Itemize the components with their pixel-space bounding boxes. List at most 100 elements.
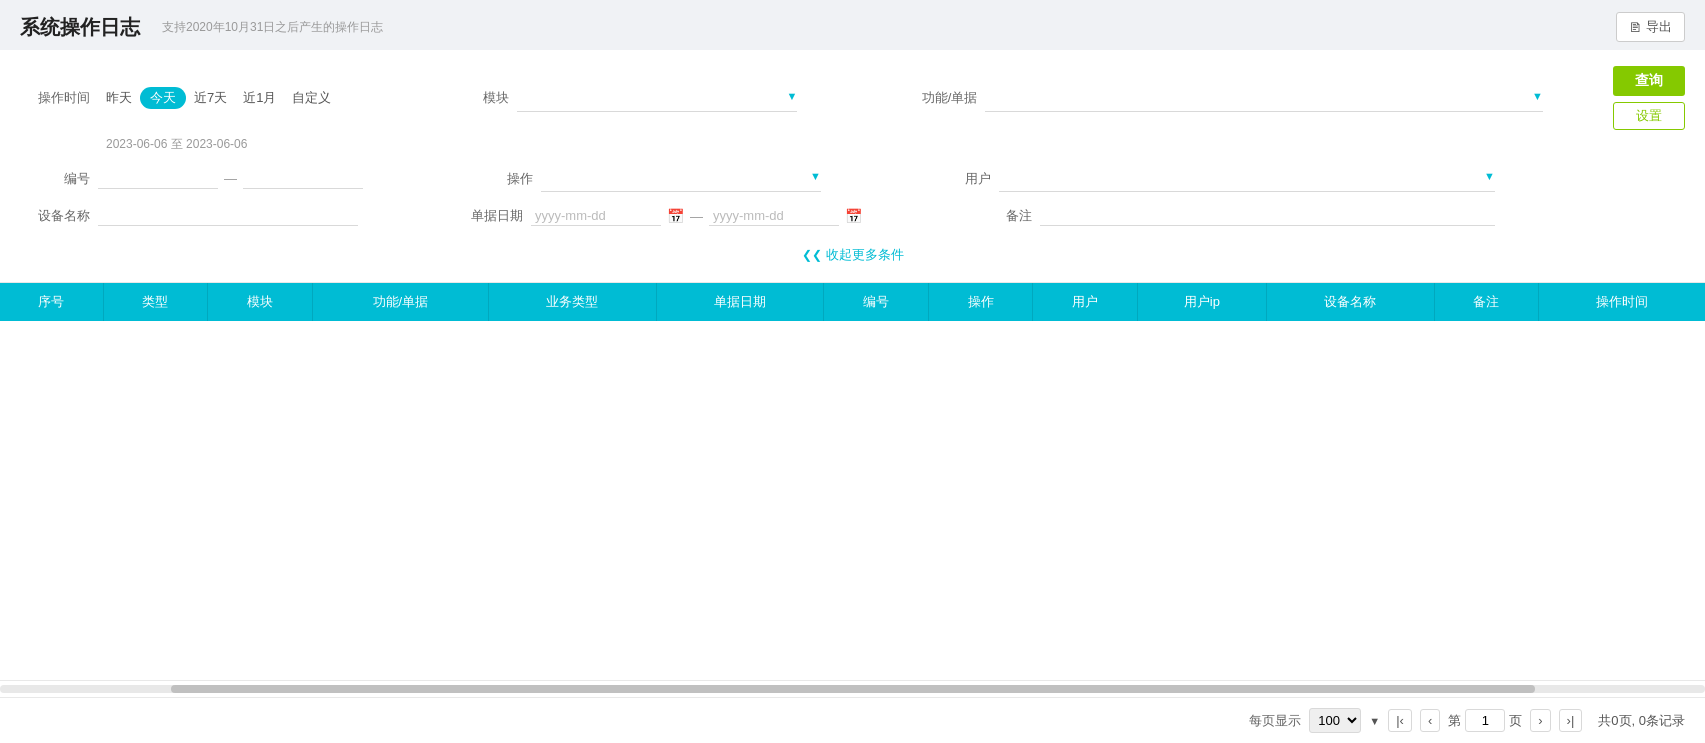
number-range: —	[98, 169, 363, 189]
user-value	[999, 165, 1484, 187]
func-label: 功能/单据	[897, 89, 977, 107]
last7-btn[interactable]: 近7天	[186, 87, 235, 109]
remark-input[interactable]	[1040, 206, 1495, 226]
data-table: 序号类型模块功能/单据业务类型单据日期编号操作用户用户ip设备名称备注操作时间	[0, 283, 1705, 321]
col-header: 操作	[928, 283, 1032, 321]
user-select[interactable]: ▼	[999, 165, 1495, 192]
filter-device-item: 设备名称	[20, 206, 358, 226]
calendar-end-icon[interactable]: 📅	[845, 208, 862, 224]
number-end-input[interactable]	[243, 169, 363, 189]
scroll-bar-area	[0, 680, 1705, 697]
col-header: 序号	[0, 283, 103, 321]
col-header: 类型	[103, 283, 207, 321]
module-chevron-icon: ▼	[787, 90, 798, 102]
user-chevron-icon: ▼	[1484, 170, 1495, 182]
table-header: 序号类型模块功能/单据业务类型单据日期编号操作用户用户ip设备名称备注操作时间	[0, 283, 1705, 321]
last-page-button[interactable]: ›|	[1559, 709, 1583, 732]
page-size-select[interactable]: 100 50 200	[1309, 708, 1361, 733]
col-header: 用户	[1033, 283, 1137, 321]
page-subtitle: 支持2020年10月31日之后产生的操作日志	[162, 19, 383, 36]
filter-docdate-item: 单据日期 📅 — 📅	[458, 206, 862, 226]
chevron-down-icon: ▼	[1369, 715, 1380, 727]
number-label: 编号	[20, 170, 90, 188]
module-select[interactable]: ▼	[517, 85, 797, 112]
filter-number-item: 编号 —	[20, 169, 363, 189]
filter-user-item: 用户 ▼	[921, 165, 1495, 192]
device-input[interactable]	[98, 206, 358, 226]
prev-page-button[interactable]: ‹	[1420, 709, 1440, 732]
doc-date-label: 单据日期	[458, 207, 523, 225]
col-header: 设备名称	[1266, 283, 1434, 321]
operation-value	[541, 165, 810, 187]
func-select[interactable]: ▼	[985, 85, 1543, 112]
col-header: 用户ip	[1137, 283, 1266, 321]
horizontal-scrollbar[interactable]	[0, 685, 1705, 693]
device-label: 设备名称	[20, 207, 90, 225]
user-label: 用户	[921, 170, 991, 188]
filter-func-item: 功能/单据 ▼	[897, 85, 1543, 112]
collapse-label: 收起更多条件	[826, 246, 904, 264]
filter-operation-item: 操作 ▼	[463, 165, 821, 192]
filter-area: 操作时间 昨天 今天 近7天 近1月 自定义 模块 ▼ 功能/单据	[0, 50, 1705, 283]
col-header: 功能/单据	[312, 283, 488, 321]
doc-date-end-input[interactable]	[709, 206, 839, 226]
date-range-text: 2023-06-06 至 2023-06-06	[106, 137, 247, 151]
doc-date-range: 📅 — 📅	[531, 206, 862, 226]
remark-label: 备注	[962, 207, 1032, 225]
yesterday-btn[interactable]: 昨天	[98, 87, 140, 109]
number-dash: —	[224, 171, 237, 186]
col-header: 单据日期	[656, 283, 824, 321]
operation-select[interactable]: ▼	[541, 165, 821, 192]
total-info: 共0页, 0条记录	[1598, 712, 1685, 730]
page-header: 系统操作日志 支持2020年10月31日之后产生的操作日志 🖹 导出	[0, 0, 1705, 50]
page-label-suf: 页	[1509, 712, 1522, 730]
col-header: 操作时间	[1538, 283, 1705, 321]
query-button[interactable]: 查询	[1613, 66, 1685, 96]
export-label: 导出	[1646, 18, 1672, 36]
module-value	[517, 85, 786, 107]
header-row: 序号类型模块功能/单据业务类型单据日期编号操作用户用户ip设备名称备注操作时间	[0, 283, 1705, 321]
page-title: 系统操作日志	[20, 14, 140, 41]
filter-time-item: 操作时间 昨天 今天 近7天 近1月 自定义	[20, 87, 339, 109]
custom-btn[interactable]: 自定义	[284, 87, 339, 109]
func-value	[985, 85, 1532, 107]
filter-remark-item: 备注	[962, 206, 1495, 226]
col-header: 模块	[208, 283, 312, 321]
col-header: 业务类型	[489, 283, 657, 321]
col-header: 备注	[1434, 283, 1538, 321]
time-filter-group: 昨天 今天 近7天 近1月 自定义	[98, 87, 339, 109]
pagination-bar: 每页显示 100 50 200 ▼ |‹ ‹ 第 页 › ›| 共0页, 0条记…	[0, 697, 1705, 743]
filter-module-item: 模块 ▼	[439, 85, 797, 112]
func-chevron-icon: ▼	[1532, 90, 1543, 102]
col-header: 编号	[824, 283, 928, 321]
settings-button[interactable]: 设置	[1613, 102, 1685, 130]
page-size-label: 每页显示	[1249, 712, 1301, 730]
doc-date-dash: —	[690, 209, 703, 224]
action-buttons: 查询 设置	[1613, 66, 1685, 130]
table-container: 序号类型模块功能/单据业务类型单据日期编号操作用户用户ip设备名称备注操作时间	[0, 283, 1705, 680]
filter-row-1: 操作时间 昨天 今天 近7天 近1月 自定义 模块 ▼ 功能/单据	[20, 66, 1685, 130]
operation-label: 操作	[463, 170, 533, 188]
filter-row-2: 编号 — 操作 ▼ 用户 ▼	[20, 165, 1685, 192]
time-label: 操作时间	[20, 89, 90, 107]
next-page-button[interactable]: ›	[1530, 709, 1550, 732]
today-btn[interactable]: 今天	[140, 87, 186, 109]
module-label: 模块	[439, 89, 509, 107]
calendar-start-icon[interactable]: 📅	[667, 208, 684, 224]
header-left: 系统操作日志 支持2020年10月31日之后产生的操作日志	[20, 14, 383, 41]
date-range-display: 2023-06-06 至 2023-06-06	[98, 136, 1685, 153]
collapse-button[interactable]: ❮❮ 收起更多条件	[802, 246, 904, 264]
doc-date-start-input[interactable]	[531, 206, 661, 226]
operation-chevron-icon: ▼	[810, 170, 821, 182]
filter-row-3: 设备名称 单据日期 📅 — 📅 备注	[20, 206, 1685, 226]
export-icon: 🖹	[1629, 20, 1642, 35]
page-label-pre: 第	[1448, 712, 1461, 730]
last1month-btn[interactable]: 近1月	[235, 87, 284, 109]
first-page-button[interactable]: |‹	[1388, 709, 1412, 732]
export-button[interactable]: 🖹 导出	[1616, 12, 1685, 42]
collapse-up-icon: ❮❮	[802, 248, 822, 262]
number-start-input[interactable]	[98, 169, 218, 189]
page-number-input[interactable]	[1465, 709, 1505, 732]
page-info: 第 页	[1448, 709, 1522, 732]
scrollbar-thumb	[171, 685, 1535, 693]
